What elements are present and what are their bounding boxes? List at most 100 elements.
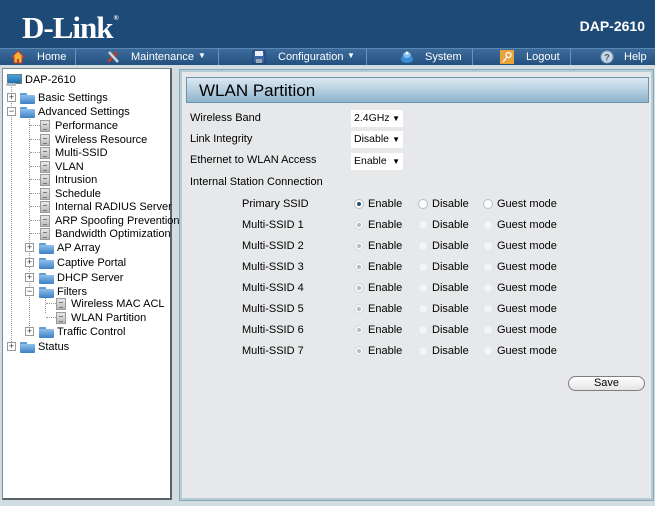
radio-unchecked-icon <box>418 283 428 293</box>
ssid-name: Multi-SSID 1 <box>242 219 304 231</box>
tree-item-vlan[interactable]: VLAN <box>40 160 84 173</box>
ethernet-to-wlan-select[interactable]: Enable ▼ <box>351 153 403 170</box>
tree-advanced-settings[interactable]: − Advanced Settings <box>7 105 130 118</box>
radio-guest-mode[interactable]: Guest mode <box>483 219 557 231</box>
radio-guest-mode[interactable]: Guest mode <box>483 324 557 336</box>
expand-icon[interactable]: + <box>25 243 34 252</box>
tree-item-arp-spoofing-prevention[interactable]: ARP Spoofing Prevention <box>40 214 180 227</box>
folder-icon <box>20 92 36 104</box>
tree-item-label: VLAN <box>55 160 84 173</box>
radio-disable[interactable]: Disable <box>418 345 469 357</box>
main-panel: WLAN Partition Wireless Band 2.4GHz ▼ Li… <box>179 69 654 501</box>
radio-checked-icon <box>354 199 364 209</box>
radio-enable[interactable]: Enable <box>354 261 402 273</box>
tree-root-device[interactable]: DAP-2610 <box>6 73 76 86</box>
tree-item-wireless-mac-acl[interactable]: Wireless MAC ACL <box>56 297 165 310</box>
radio-unchecked-icon <box>483 283 493 293</box>
radio-disable[interactable]: Disable <box>418 282 469 294</box>
radio-guest-mode[interactable]: Guest mode <box>483 261 557 273</box>
nav-maintenance[interactable]: Maintenance ▼ <box>76 49 219 65</box>
radio-label: Enable <box>368 303 403 315</box>
chevron-down-icon: ▼ <box>392 135 400 144</box>
tree-item-multi-ssid[interactable]: Multi-SSID <box>40 146 108 159</box>
radio-enable[interactable]: Enable <box>354 219 402 231</box>
chevron-down-icon: ▼ <box>392 157 400 166</box>
tree-line <box>30 125 40 126</box>
tree-line <box>46 317 56 318</box>
radio-guest-mode[interactable]: Guest mode <box>483 198 557 210</box>
tree-line <box>30 206 40 207</box>
radio-guest-mode[interactable]: Guest mode <box>483 303 557 315</box>
radio-disable[interactable]: Disable <box>418 261 469 273</box>
nav-system[interactable]: System <box>367 49 473 65</box>
radio-disable[interactable]: Disable <box>418 198 469 210</box>
tree-captive-portal-label: Captive Portal <box>57 256 127 269</box>
tree-item-internal-radius-server[interactable]: Internal RADIUS Server <box>40 200 172 213</box>
radio-enable[interactable]: Enable <box>354 324 402 336</box>
radio-disable[interactable]: Disable <box>418 219 469 231</box>
radio-checked-icon <box>354 304 364 314</box>
tree-item-intrusion[interactable]: Intrusion <box>40 173 97 186</box>
radio-enable[interactable]: Enable <box>354 282 402 294</box>
tree-item-schedule[interactable]: Schedule <box>40 187 101 200</box>
tree-basic-settings-label: Basic Settings <box>38 91 108 104</box>
device-model: DAP-2610 <box>579 18 645 34</box>
radio-disable[interactable]: Disable <box>418 303 469 315</box>
expand-icon[interactable]: + <box>7 342 16 351</box>
save-button[interactable]: Save <box>568 376 645 391</box>
radio-enable[interactable]: Enable <box>354 240 402 252</box>
wireless-band-select[interactable]: 2.4GHz ▼ <box>351 110 403 127</box>
expand-icon[interactable]: + <box>25 258 34 267</box>
tree-item-label: Wireless MAC ACL <box>71 297 165 310</box>
collapse-icon[interactable]: − <box>25 287 34 296</box>
folder-icon <box>39 242 55 254</box>
radio-guest-mode[interactable]: Guest mode <box>483 240 557 252</box>
tree-item-performance[interactable]: Performance <box>40 119 118 132</box>
expand-icon[interactable]: + <box>7 93 16 102</box>
folder-icon <box>20 341 36 353</box>
radio-label: Disable <box>432 261 469 273</box>
radio-disable[interactable]: Disable <box>418 324 469 336</box>
nav-home[interactable]: Home <box>0 49 76 65</box>
radio-enable[interactable]: Enable <box>354 198 402 210</box>
radio-guest-mode[interactable]: Guest mode <box>483 345 557 357</box>
nav-logout[interactable]: Logout <box>473 49 571 65</box>
nav-help[interactable]: ? Help <box>571 49 655 65</box>
expand-icon[interactable]: + <box>25 273 34 282</box>
nav-configuration[interactable]: Configuration ▼ <box>219 49 367 65</box>
tree-ap-array[interactable]: + AP Array <box>25 241 100 254</box>
radio-label: Guest mode <box>497 261 557 273</box>
ethernet-to-wlan-label: Ethernet to WLAN Access <box>190 154 317 166</box>
radio-label: Guest mode <box>497 219 557 231</box>
tree-captive-portal[interactable]: + Captive Portal <box>25 256 126 269</box>
radio-enable[interactable]: Enable <box>354 303 402 315</box>
tree-traffic-control[interactable]: + Traffic Control <box>25 325 125 338</box>
tools-icon <box>107 51 119 63</box>
radio-enable[interactable]: Enable <box>354 345 402 357</box>
radio-unchecked-icon <box>483 325 493 335</box>
collapse-icon[interactable]: − <box>7 107 16 116</box>
link-integrity-select[interactable]: Disable ▼ <box>351 131 403 148</box>
tree-item-wlan-partition[interactable]: WLAN Partition <box>56 311 146 324</box>
wireless-band-value: 2.4GHz <box>354 112 390 124</box>
tree-item-label: Internal RADIUS Server <box>55 200 172 213</box>
tree-dhcp-server[interactable]: + DHCP Server <box>25 271 123 284</box>
radio-guest-mode[interactable]: Guest mode <box>483 282 557 294</box>
ssid-name: Multi-SSID 5 <box>242 303 304 315</box>
tree-item-bandwidth-optimization[interactable]: Bandwidth Optimization <box>40 227 171 240</box>
tree-item-wireless-resource[interactable]: Wireless Resource <box>40 133 147 146</box>
radio-unchecked-icon <box>418 220 428 230</box>
radio-label: Guest mode <box>497 324 557 336</box>
radio-label: Enable <box>368 261 403 273</box>
expand-icon[interactable]: + <box>25 327 34 336</box>
page-icon <box>40 173 50 186</box>
radio-label: Disable <box>432 303 469 315</box>
radio-disable[interactable]: Disable <box>418 240 469 252</box>
ethernet-to-wlan-value: Enable <box>354 155 387 167</box>
radio-label: Guest mode <box>497 345 557 357</box>
tree-basic-settings[interactable]: + Basic Settings <box>7 91 108 104</box>
radio-label: Guest mode <box>497 282 557 294</box>
nav-home-label: Home <box>37 51 67 63</box>
tree-line <box>46 303 56 304</box>
tree-status[interactable]: + Status <box>7 340 69 353</box>
